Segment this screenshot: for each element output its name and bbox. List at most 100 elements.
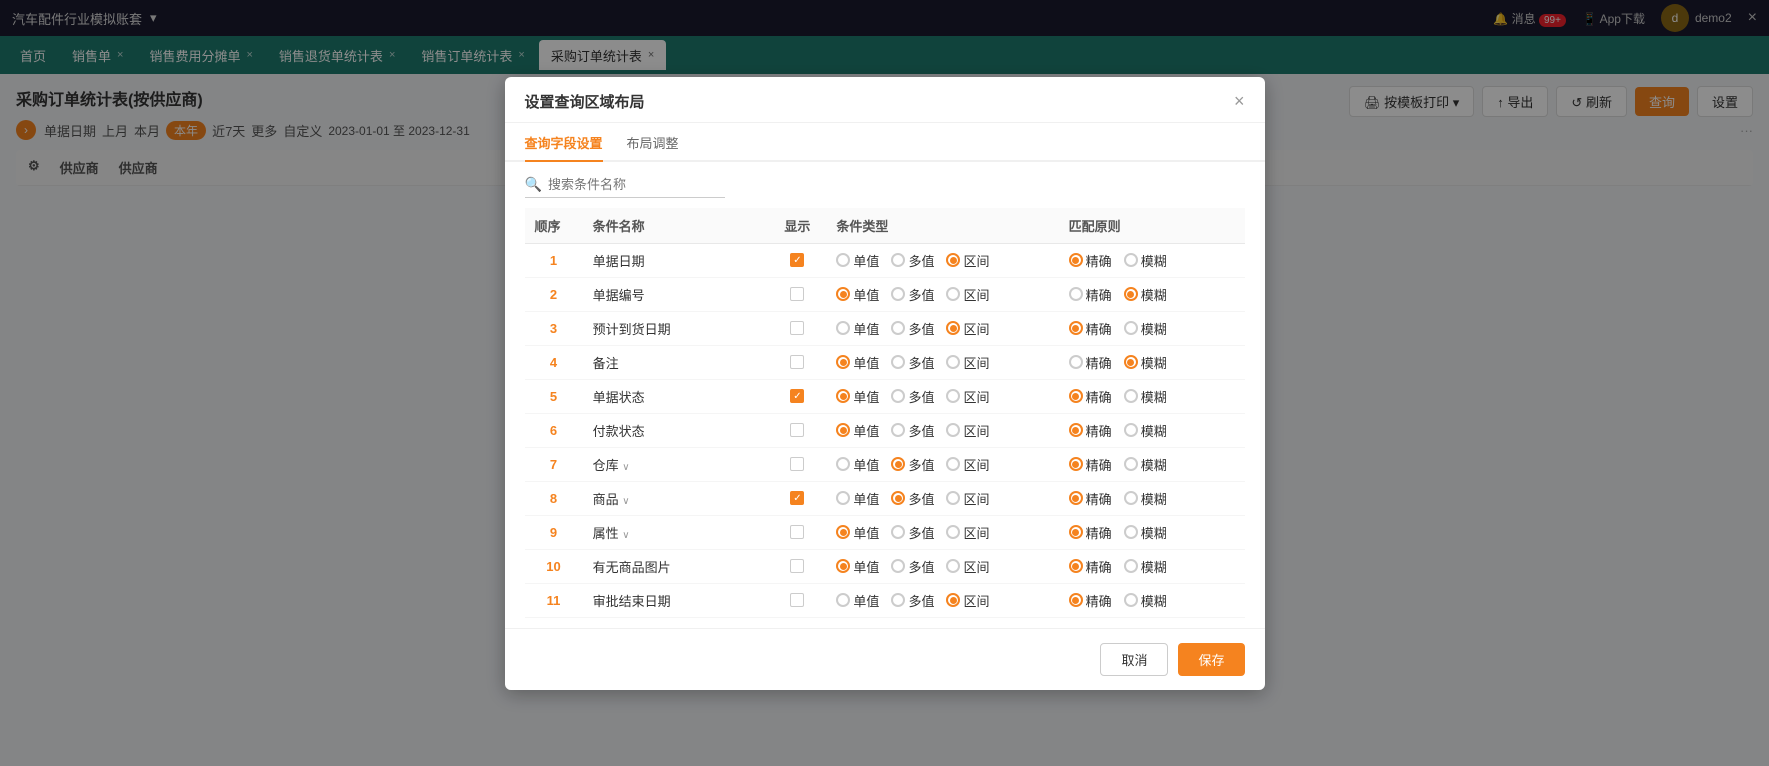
row-name-2: 单据编号 <box>583 277 769 311</box>
row-display-6[interactable] <box>768 413 826 447</box>
type-radio-多值-row-9[interactable]: 多值 <box>891 523 934 542</box>
match-radio-精确-row-1[interactable]: 精确 <box>1069 251 1112 270</box>
match-radio-精确-row-11[interactable]: 精确 <box>1069 591 1112 610</box>
row-order-8: 8 <box>525 481 583 515</box>
type-radio-区间-row-3[interactable]: 区间 <box>946 319 989 338</box>
type-radio-单值-row-4[interactable]: 单值 <box>836 353 879 372</box>
type-radio-多值-row-4[interactable]: 多值 <box>891 353 934 372</box>
type-radio-区间-row-4[interactable]: 区间 <box>946 353 989 372</box>
type-radio-单值-row-9[interactable]: 单值 <box>836 523 879 542</box>
type-radio-区间-row-5[interactable]: 区间 <box>946 387 989 406</box>
row-match-9: 精确模糊 <box>1059 515 1245 549</box>
type-radio-单值-row-2[interactable]: 单值 <box>836 285 879 304</box>
save-button[interactable]: 保存 <box>1178 643 1244 676</box>
row-display-8[interactable] <box>768 481 826 515</box>
type-radio-区间-row-11[interactable]: 区间 <box>946 591 989 610</box>
row-order-5: 5 <box>525 379 583 413</box>
type-radio-区间-row-9[interactable]: 区间 <box>946 523 989 542</box>
row-name-3: 预计到货日期 <box>583 311 769 345</box>
display-checkbox-2[interactable] <box>790 287 804 301</box>
type-radio-多值-row-2[interactable]: 多值 <box>891 285 934 304</box>
type-radio-区间-row-7[interactable]: 区间 <box>946 455 989 474</box>
row-name-8: 商品 ∨ <box>583 481 769 515</box>
dialog-close-button[interactable]: × <box>1234 92 1245 110</box>
type-radio-单值-row-11[interactable]: 单值 <box>836 591 879 610</box>
row-order-4: 4 <box>525 345 583 379</box>
display-checkbox-5[interactable] <box>790 389 804 403</box>
display-checkbox-11[interactable] <box>790 593 804 607</box>
display-checkbox-8[interactable] <box>790 491 804 505</box>
expand-icon[interactable]: ∨ <box>622 496 629 507</box>
row-display-9[interactable] <box>768 515 826 549</box>
type-radio-多值-row-6[interactable]: 多值 <box>891 421 934 440</box>
type-radio-区间-row-2[interactable]: 区间 <box>946 285 989 304</box>
type-radio-单值-row-5[interactable]: 单值 <box>836 387 879 406</box>
match-radio-精确-row-6[interactable]: 精确 <box>1069 421 1112 440</box>
match-radio-模糊-row-8[interactable]: 模糊 <box>1124 489 1167 508</box>
match-radio-模糊-row-2[interactable]: 模糊 <box>1124 285 1167 304</box>
row-match-6: 精确模糊 <box>1059 413 1245 447</box>
type-radio-多值-row-10[interactable]: 多值 <box>891 557 934 576</box>
row-display-2[interactable] <box>768 277 826 311</box>
match-radio-模糊-row-5[interactable]: 模糊 <box>1124 387 1167 406</box>
match-radio-模糊-row-3[interactable]: 模糊 <box>1124 319 1167 338</box>
type-radio-多值-row-8[interactable]: 多值 <box>891 489 934 508</box>
row-display-4[interactable] <box>768 345 826 379</box>
row-display-5[interactable] <box>768 379 826 413</box>
type-radio-单值-row-10[interactable]: 单值 <box>836 557 879 576</box>
display-checkbox-6[interactable] <box>790 423 804 437</box>
dialog-table: 顺序 条件名称 显示 条件类型 匹配原则 1单据日期单值多值区间精确模糊2单据编… <box>505 208 1265 628</box>
type-radio-区间-row-10[interactable]: 区间 <box>946 557 989 576</box>
type-radio-多值-row-1[interactable]: 多值 <box>891 251 934 270</box>
match-radio-精确-row-7[interactable]: 精确 <box>1069 455 1112 474</box>
dialog-tab-query-fields[interactable]: 查询字段设置 <box>525 123 603 162</box>
match-radio-精确-row-8[interactable]: 精确 <box>1069 489 1112 508</box>
type-radio-单值-row-6[interactable]: 单值 <box>836 421 879 440</box>
expand-icon[interactable]: ∨ <box>622 530 629 541</box>
type-radio-区间-row-8[interactable]: 区间 <box>946 489 989 508</box>
row-type-11: 单值多值区间 <box>826 583 1058 617</box>
type-radio-多值-row-11[interactable]: 多值 <box>891 591 934 610</box>
type-radio-区间-row-6[interactable]: 区间 <box>946 421 989 440</box>
type-radio-多值-row-5[interactable]: 多值 <box>891 387 934 406</box>
display-checkbox-7[interactable] <box>790 457 804 471</box>
match-radio-精确-row-10[interactable]: 精确 <box>1069 557 1112 576</box>
search-input[interactable] <box>548 177 708 192</box>
match-radio-模糊-row-1[interactable]: 模糊 <box>1124 251 1167 270</box>
type-radio-单值-row-7[interactable]: 单值 <box>836 455 879 474</box>
match-radio-模糊-row-4[interactable]: 模糊 <box>1124 353 1167 372</box>
row-display-1[interactable] <box>768 243 826 277</box>
match-radio-精确-row-5[interactable]: 精确 <box>1069 387 1112 406</box>
match-radio-模糊-row-6[interactable]: 模糊 <box>1124 421 1167 440</box>
table-row: 1单据日期单值多值区间精确模糊 <box>525 243 1245 277</box>
match-radio-精确-row-2[interactable]: 精确 <box>1069 285 1112 304</box>
display-checkbox-1[interactable] <box>790 253 804 267</box>
row-display-10[interactable] <box>768 549 826 583</box>
row-type-9: 单值多值区间 <box>826 515 1058 549</box>
type-radio-单值-row-8[interactable]: 单值 <box>836 489 879 508</box>
display-checkbox-10[interactable] <box>790 559 804 573</box>
match-radio-模糊-row-11[interactable]: 模糊 <box>1124 591 1167 610</box>
type-radio-多值-row-3[interactable]: 多值 <box>891 319 934 338</box>
match-radio-精确-row-9[interactable]: 精确 <box>1069 523 1112 542</box>
row-display-11[interactable] <box>768 583 826 617</box>
match-radio-模糊-row-10[interactable]: 模糊 <box>1124 557 1167 576</box>
type-radio-单值-row-1[interactable]: 单值 <box>836 251 879 270</box>
match-radio-精确-row-3[interactable]: 精确 <box>1069 319 1112 338</box>
type-radio-区间-row-1[interactable]: 区间 <box>946 251 989 270</box>
row-display-7[interactable] <box>768 447 826 481</box>
match-radio-模糊-row-9[interactable]: 模糊 <box>1124 523 1167 542</box>
type-radio-单值-row-3[interactable]: 单值 <box>836 319 879 338</box>
row-display-3[interactable] <box>768 311 826 345</box>
row-type-1: 单值多值区间 <box>826 243 1058 277</box>
dialog-header: 设置查询区域布局 × <box>505 77 1265 123</box>
display-checkbox-3[interactable] <box>790 321 804 335</box>
display-checkbox-9[interactable] <box>790 525 804 539</box>
display-checkbox-4[interactable] <box>790 355 804 369</box>
dialog-tab-layout[interactable]: 布局调整 <box>627 123 679 162</box>
cancel-button[interactable]: 取消 <box>1100 643 1168 676</box>
expand-icon[interactable]: ∨ <box>622 462 629 473</box>
match-radio-精确-row-4[interactable]: 精确 <box>1069 353 1112 372</box>
match-radio-模糊-row-7[interactable]: 模糊 <box>1124 455 1167 474</box>
type-radio-多值-row-7[interactable]: 多值 <box>891 455 934 474</box>
